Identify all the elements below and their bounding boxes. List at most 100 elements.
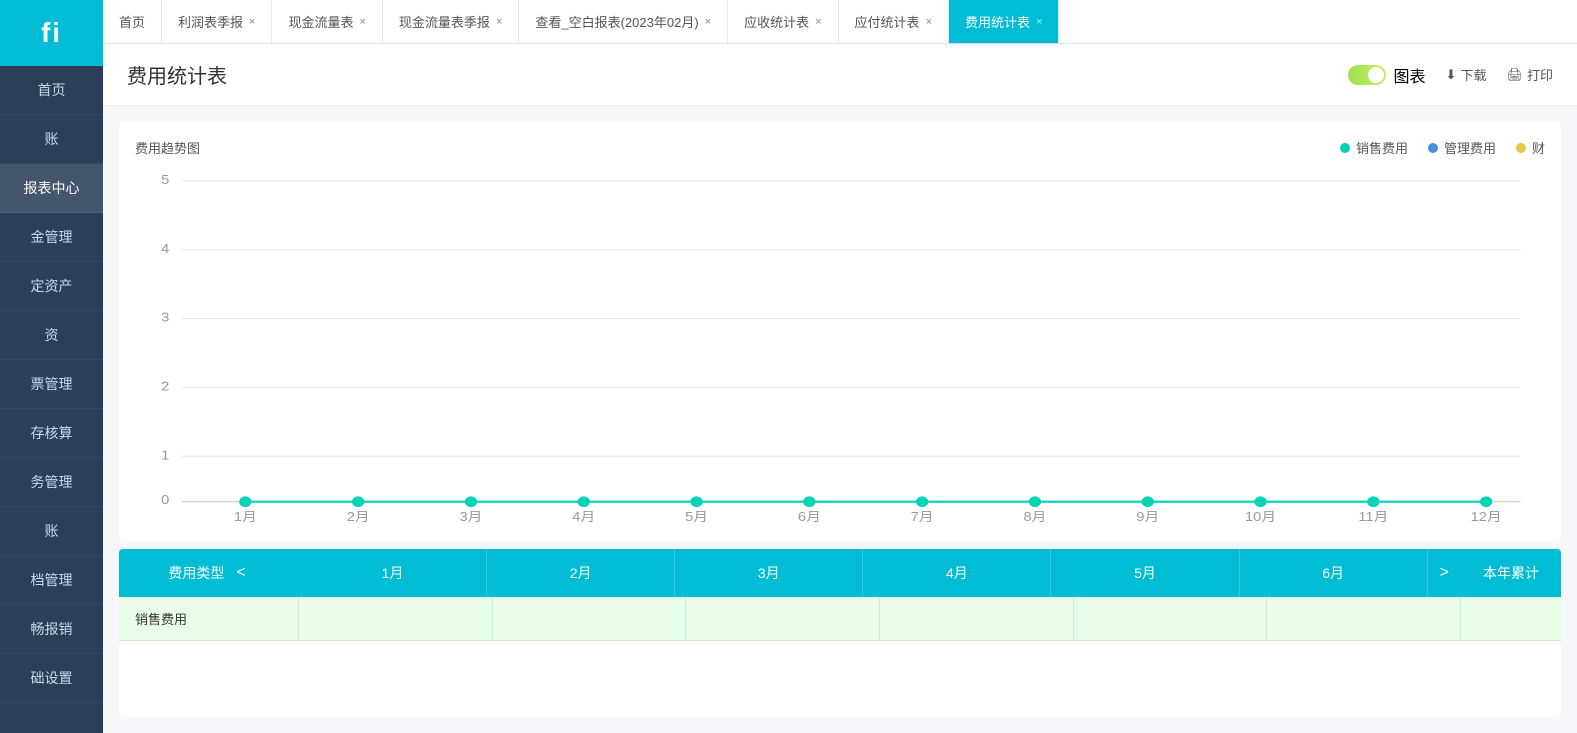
close-icon[interactable]: × <box>496 16 502 28</box>
main-area: 首页 利润表季报 × 现金流量表 × 现金流量表季报 × 查看_空白报表(202… <box>103 0 1577 733</box>
sidebar-item-assets[interactable]: 定资产 <box>0 262 103 311</box>
chart-header: 费用趋势图 销售费用 管理费用 财 <box>135 138 1545 157</box>
legend-sales: 销售费用 <box>1340 138 1408 157</box>
sidebar-item-reports[interactable]: 报表中心 <box>0 164 103 213</box>
svg-text:7月: 7月 <box>911 510 934 524</box>
th-month-5: 5月 <box>1051 549 1239 597</box>
tab-blank-report[interactable]: 查看_空白报表(2023年02月) × <box>519 0 728 43</box>
sidebar-item-archive[interactable]: 档管理 <box>0 556 103 605</box>
print-icon: 🖨 <box>1506 67 1523 83</box>
chart-svg: 5 4 3 2 1 0 <box>135 165 1545 525</box>
sidebar-item-home[interactable]: 首页 <box>0 66 103 115</box>
chart-toggle[interactable] <box>1348 65 1386 85</box>
sidebar-item-capital[interactable]: 资 <box>0 311 103 360</box>
download-icon: ⬇ <box>1446 67 1457 83</box>
table-header: 费用类型 < 1月 2月 3月 4月 5月 6月 > 本年累计 <box>119 549 1561 597</box>
sidebar-item-finance[interactable]: 金管理 <box>0 213 103 262</box>
close-icon[interactable]: × <box>359 16 365 28</box>
tab-expense[interactable]: 费用统计表 × <box>949 0 1059 43</box>
sidebar-item-inventory[interactable]: 存核算 <box>0 409 103 458</box>
tab-profit-quarterly[interactable]: 利润表季报 × <box>162 0 272 43</box>
legend-finance: 财 <box>1516 138 1545 157</box>
td-month-6 <box>1267 597 1461 640</box>
sidebar-item-ledger[interactable]: 账 <box>0 507 103 556</box>
page-title: 费用统计表 <box>127 60 227 89</box>
svg-text:4月: 4月 <box>572 510 595 524</box>
legend-label-sales: 销售费用 <box>1356 138 1408 157</box>
svg-text:5月: 5月 <box>685 510 708 524</box>
sidebar-logo: fi <box>0 0 103 66</box>
download-button[interactable]: ⬇ 下载 <box>1446 65 1487 84</box>
legend-dot-sales <box>1340 143 1350 153</box>
sidebar-item-service[interactable]: 务管理 <box>0 458 103 507</box>
download-label: 下载 <box>1460 65 1486 84</box>
svg-text:2月: 2月 <box>347 510 370 524</box>
legend-dot-admin <box>1428 143 1438 153</box>
tab-bar: 首页 利润表季报 × 现金流量表 × 现金流量表季报 × 查看_空白报表(202… <box>103 0 1577 44</box>
svg-text:3: 3 <box>161 311 170 325</box>
print-label: 打印 <box>1527 65 1553 84</box>
th-month-3: 3月 <box>675 549 863 597</box>
sidebar-item-account[interactable]: 账 <box>0 115 103 164</box>
chart-legend: 销售费用 管理费用 财 <box>1340 138 1545 157</box>
close-icon[interactable]: × <box>705 16 711 28</box>
content-area: 费用统计表 图表 ⬇ 下载 🖨 打印 费用趋势图 <box>103 44 1577 733</box>
svg-text:5: 5 <box>161 173 170 187</box>
legend-admin: 管理费用 <box>1428 138 1496 157</box>
print-button[interactable]: 🖨 打印 <box>1506 65 1553 84</box>
tab-payable[interactable]: 应付统计表 × <box>839 0 949 43</box>
sidebar-item-expense[interactable]: 畅报销 <box>0 605 103 654</box>
svg-text:0: 0 <box>161 493 170 507</box>
th-month-6: 6月 <box>1240 549 1428 597</box>
svg-text:11月: 11月 <box>1358 510 1388 524</box>
header-actions: 图表 ⬇ 下载 🖨 打印 <box>1348 63 1553 87</box>
prev-month-button[interactable]: < <box>232 564 249 582</box>
td-month-3 <box>686 597 880 640</box>
svg-text:12月: 12月 <box>1471 510 1502 524</box>
close-icon[interactable]: × <box>926 16 932 28</box>
close-icon[interactable]: × <box>249 16 255 28</box>
chart-title: 费用趋势图 <box>135 138 200 157</box>
next-month-button[interactable]: > <box>1428 549 1461 597</box>
tab-receivable[interactable]: 应收统计表 × <box>728 0 838 43</box>
td-month-5 <box>1074 597 1268 640</box>
svg-text:10月: 10月 <box>1245 510 1276 524</box>
td-total <box>1461 597 1561 640</box>
th-month-1: 1月 <box>299 549 487 597</box>
chart-section: 费用趋势图 销售费用 管理费用 财 <box>119 122 1561 541</box>
close-icon[interactable]: × <box>815 16 821 28</box>
table-row: 销售费用 <box>119 597 1561 641</box>
td-month-2 <box>493 597 687 640</box>
tab-cashflow[interactable]: 现金流量表 × <box>272 0 382 43</box>
legend-label-admin: 管理费用 <box>1444 138 1496 157</box>
page-header: 费用统计表 图表 ⬇ 下载 🖨 打印 <box>103 44 1577 106</box>
td-month-4 <box>880 597 1074 640</box>
th-month-2: 2月 <box>487 549 675 597</box>
td-month-1 <box>299 597 493 640</box>
sidebar: fi 首页 账 报表中心 金管理 定资产 资 票管理 存核算 务管理 账 档管理… <box>0 0 103 733</box>
tab-cashflow-quarterly[interactable]: 现金流量表季报 × <box>383 0 519 43</box>
svg-text:6月: 6月 <box>798 510 821 524</box>
legend-label-finance: 财 <box>1532 138 1545 157</box>
tab-home[interactable]: 首页 <box>103 0 162 43</box>
legend-dot-finance <box>1516 143 1526 153</box>
sidebar-item-tickets[interactable]: 票管理 <box>0 360 103 409</box>
svg-text:4: 4 <box>161 242 170 256</box>
chart-toggle-wrap: 图表 <box>1348 63 1426 87</box>
chart-area: 5 4 3 2 1 0 <box>135 165 1545 525</box>
sidebar-item-settings[interactable]: 础设置 <box>0 654 103 703</box>
svg-text:9月: 9月 <box>1136 510 1159 524</box>
table-section: 费用类型 < 1月 2月 3月 4月 5月 6月 > 本年累计 销售费用 <box>119 549 1561 717</box>
th-type: 费用类型 < <box>119 549 299 597</box>
th-type-label: 费用类型 <box>168 563 224 583</box>
svg-text:1月: 1月 <box>234 510 257 524</box>
svg-text:8月: 8月 <box>1024 510 1047 524</box>
th-total: 本年累计 <box>1461 549 1561 597</box>
th-month-4: 4月 <box>863 549 1051 597</box>
svg-text:3月: 3月 <box>460 510 483 524</box>
toggle-label: 图表 <box>1394 63 1426 87</box>
close-icon[interactable]: × <box>1036 16 1042 28</box>
svg-text:1: 1 <box>161 448 169 462</box>
svg-text:2: 2 <box>161 379 169 393</box>
td-type-sales: 销售费用 <box>119 597 299 640</box>
